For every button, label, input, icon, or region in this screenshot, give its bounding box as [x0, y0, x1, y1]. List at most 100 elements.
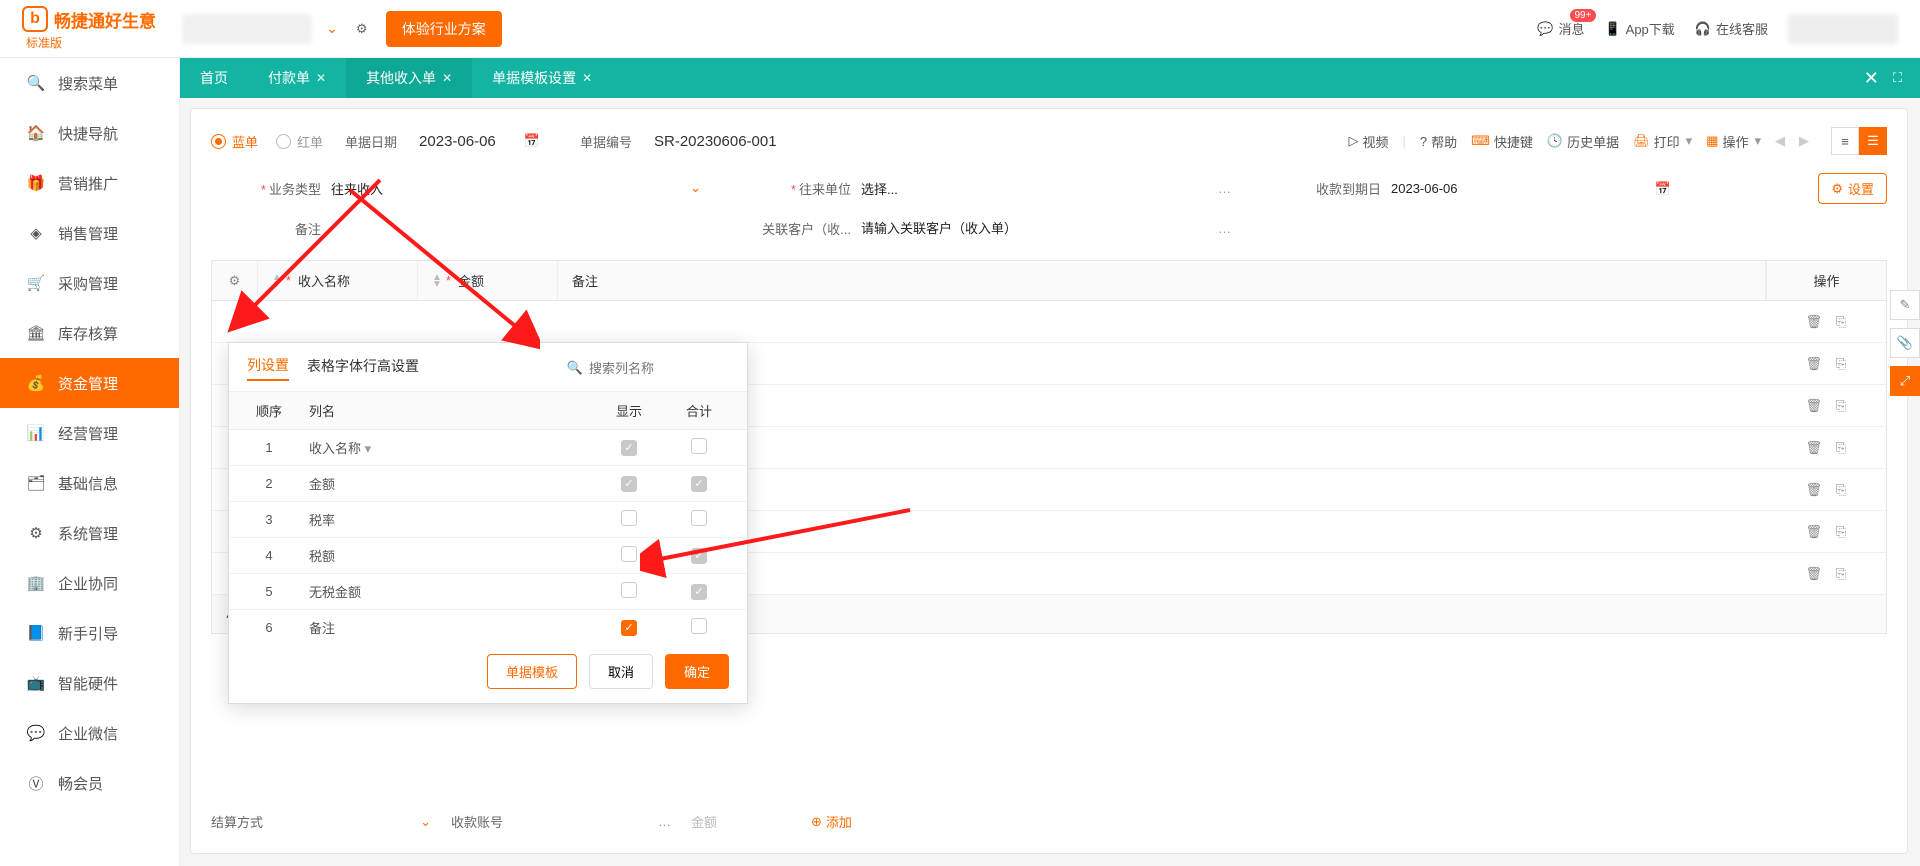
calendar-icon[interactable]: 📅 — [1655, 181, 1671, 197]
chevron-down-icon[interactable]: ⌄ — [326, 20, 338, 37]
app-download-link[interactable]: 📱 App下载 — [1604, 19, 1674, 38]
radio-red[interactable]: 红单 — [276, 132, 323, 151]
user-avatar[interactable] — [1788, 14, 1898, 44]
remark-input[interactable] — [331, 228, 701, 229]
table-gear-icon[interactable]: ⚙ — [212, 261, 258, 300]
biz-type-select[interactable]: 往来收入⌄ — [331, 179, 701, 199]
prev-icon[interactable]: ◀ — [1775, 133, 1785, 149]
sidebar-item-采购管理[interactable]: 🛒采购管理 — [0, 258, 179, 308]
close-icon[interactable]: ✕ — [442, 71, 452, 85]
org-selector[interactable] — [182, 14, 312, 44]
expand-icon[interactable]: ⤢ — [1890, 366, 1920, 396]
delete-icon[interactable]: 🗑 — [1806, 398, 1823, 414]
view-list-icon[interactable]: ≡ — [1831, 127, 1859, 155]
sidebar-item-经营管理[interactable]: 📊经营管理 — [0, 408, 179, 458]
sidebar-item-企业微信[interactable]: 💬企业微信 — [0, 708, 179, 758]
note-icon[interactable]: ✎ — [1890, 290, 1920, 320]
headset-icon: 🎧 — [1695, 21, 1711, 37]
more-icon[interactable]: … — [1218, 181, 1231, 196]
checkbox-off-icon[interactable] — [621, 582, 637, 598]
add-button[interactable]: ⊕添加 — [811, 812, 852, 831]
copy-icon[interactable]: ⎘ — [1836, 314, 1846, 330]
sidebar-item-畅会员[interactable]: Ⓥ畅会员 — [0, 758, 179, 808]
chevron-down-icon[interactable]: ▾ — [365, 441, 372, 456]
message-badge: 99+ — [1570, 9, 1597, 22]
delete-icon[interactable]: 🗑 — [1806, 314, 1823, 330]
sidebar-item-基础信息[interactable]: 🗂基础信息 — [0, 458, 179, 508]
sidebar-item-企业协同[interactable]: 🏢企业协同 — [0, 558, 179, 608]
checkbox-off-icon[interactable] — [691, 510, 707, 526]
checkbox-off-icon[interactable] — [691, 438, 707, 454]
tab-其他收入单[interactable]: 其他收入单✕ — [346, 58, 472, 98]
cancel-button[interactable]: 取消 — [589, 654, 653, 689]
gear-icon[interactable]: ⚙ — [352, 19, 372, 39]
view-card-icon[interactable]: ☰ — [1859, 127, 1887, 155]
cta-button[interactable]: 体验行业方案 — [386, 11, 502, 47]
more-icon[interactable]: … — [1218, 221, 1231, 236]
customer-input[interactable]: 请输入关联客户（收入单） — [861, 218, 1200, 238]
close-icon[interactable]: ✕ — [1864, 68, 1879, 89]
video-button[interactable]: ▷视频 — [1348, 132, 1388, 151]
print-button[interactable]: 🖨打印▾ — [1633, 132, 1692, 151]
due-date[interactable]: 2023-06-06 — [1391, 181, 1639, 197]
sidebar-item-搜索菜单[interactable]: 🔍搜索菜单 — [0, 58, 179, 108]
radio-blue[interactable]: 蓝单 — [211, 132, 258, 151]
copy-icon[interactable]: ⎘ — [1836, 482, 1846, 498]
copy-icon[interactable]: ⎘ — [1836, 398, 1846, 414]
sidebar-item-资金管理[interactable]: 💰资金管理 — [0, 358, 179, 408]
checkbox-off-icon[interactable] — [691, 618, 707, 634]
tab-付款单[interactable]: 付款单✕ — [248, 58, 346, 98]
column-setting-popup: 列设置 表格字体行高设置 🔍 顺序 列名 显示 合计 1 收入名称 ▾ 2 金额… — [228, 342, 748, 704]
expand-icon[interactable]: ⛶ — [1893, 70, 1902, 86]
th-amount[interactable]: ▲▼ *金额 — [418, 261, 558, 300]
template-button[interactable]: 单据模板 — [487, 654, 577, 689]
sidebar-item-快捷导航[interactable]: 🏠快捷导航 — [0, 108, 179, 158]
party-select[interactable]: 选择... — [861, 179, 1200, 199]
shortcut-button[interactable]: ⌨快捷键 — [1471, 132, 1533, 151]
tab-首页[interactable]: 首页 — [180, 58, 248, 98]
help-button[interactable]: ?帮助 — [1420, 132, 1457, 151]
copy-icon[interactable]: ⎘ — [1836, 440, 1846, 456]
history-button[interactable]: 🕓历史单据 — [1547, 132, 1619, 151]
chevron-down-icon[interactable]: ⌄ — [420, 814, 431, 830]
sidebar-item-系统管理[interactable]: ⚙系统管理 — [0, 508, 179, 558]
delete-icon[interactable]: 🗑 — [1806, 524, 1823, 540]
sidebar-item-销售管理[interactable]: ◈销售管理 — [0, 208, 179, 258]
checkbox-off-icon[interactable] — [621, 510, 637, 526]
sidebar-item-营销推广[interactable]: 🎁营销推广 — [0, 158, 179, 208]
online-service-link[interactable]: 🎧 在线客服 — [1695, 19, 1768, 38]
next-icon[interactable]: ▶ — [1799, 133, 1809, 149]
message-link[interactable]: 💬 消息 99+ — [1537, 19, 1584, 38]
operate-button[interactable]: ▦操作▾ — [1706, 132, 1761, 151]
sidebar-item-库存核算[interactable]: 🏛库存核算 — [0, 308, 179, 358]
table-row[interactable]: 🗑⎘ — [212, 301, 1886, 343]
delete-icon[interactable]: 🗑 — [1806, 356, 1823, 372]
hardware-icon: 📺 — [26, 673, 46, 693]
copy-icon[interactable]: ⎘ — [1836, 566, 1846, 582]
delete-icon[interactable]: 🗑 — [1806, 440, 1823, 456]
popup-tab-rowheight[interactable]: 表格字体行高设置 — [307, 356, 419, 380]
delete-icon[interactable]: 🗑 — [1806, 566, 1823, 582]
setting-button[interactable]: ⚙设置 — [1818, 173, 1887, 204]
calendar-icon[interactable]: 📅 — [524, 133, 540, 149]
checkbox-on-icon[interactable] — [621, 620, 637, 636]
sidebar-item-新手引导[interactable]: 📘新手引导 — [0, 608, 179, 658]
popup-search[interactable]: 🔍 — [567, 360, 729, 376]
copy-icon[interactable]: ⎘ — [1836, 524, 1846, 540]
popup-tab-columns[interactable]: 列设置 — [247, 355, 289, 381]
close-icon[interactable]: ✕ — [316, 71, 326, 85]
copy-icon[interactable]: ⎘ — [1836, 356, 1846, 372]
attach-icon[interactable]: 📎 — [1890, 328, 1920, 358]
tab-单据模板设置[interactable]: 单据模板设置✕ — [472, 58, 612, 98]
more-icon[interactable]: … — [658, 814, 671, 829]
popup-search-input[interactable] — [589, 361, 729, 376]
system-icon: ⚙ — [26, 523, 46, 543]
close-icon[interactable]: ✕ — [582, 71, 592, 85]
popup-row: 2 金额 — [229, 466, 747, 502]
checkbox-off-icon[interactable] — [621, 546, 637, 562]
confirm-button[interactable]: 确定 — [665, 654, 729, 689]
delete-icon[interactable]: 🗑 — [1806, 482, 1823, 498]
date-value[interactable]: 2023-06-06 — [419, 133, 496, 150]
sidebar-item-智能硬件[interactable]: 📺智能硬件 — [0, 658, 179, 708]
th-income-name[interactable]: ▲▼ *收入名称 — [258, 261, 418, 300]
